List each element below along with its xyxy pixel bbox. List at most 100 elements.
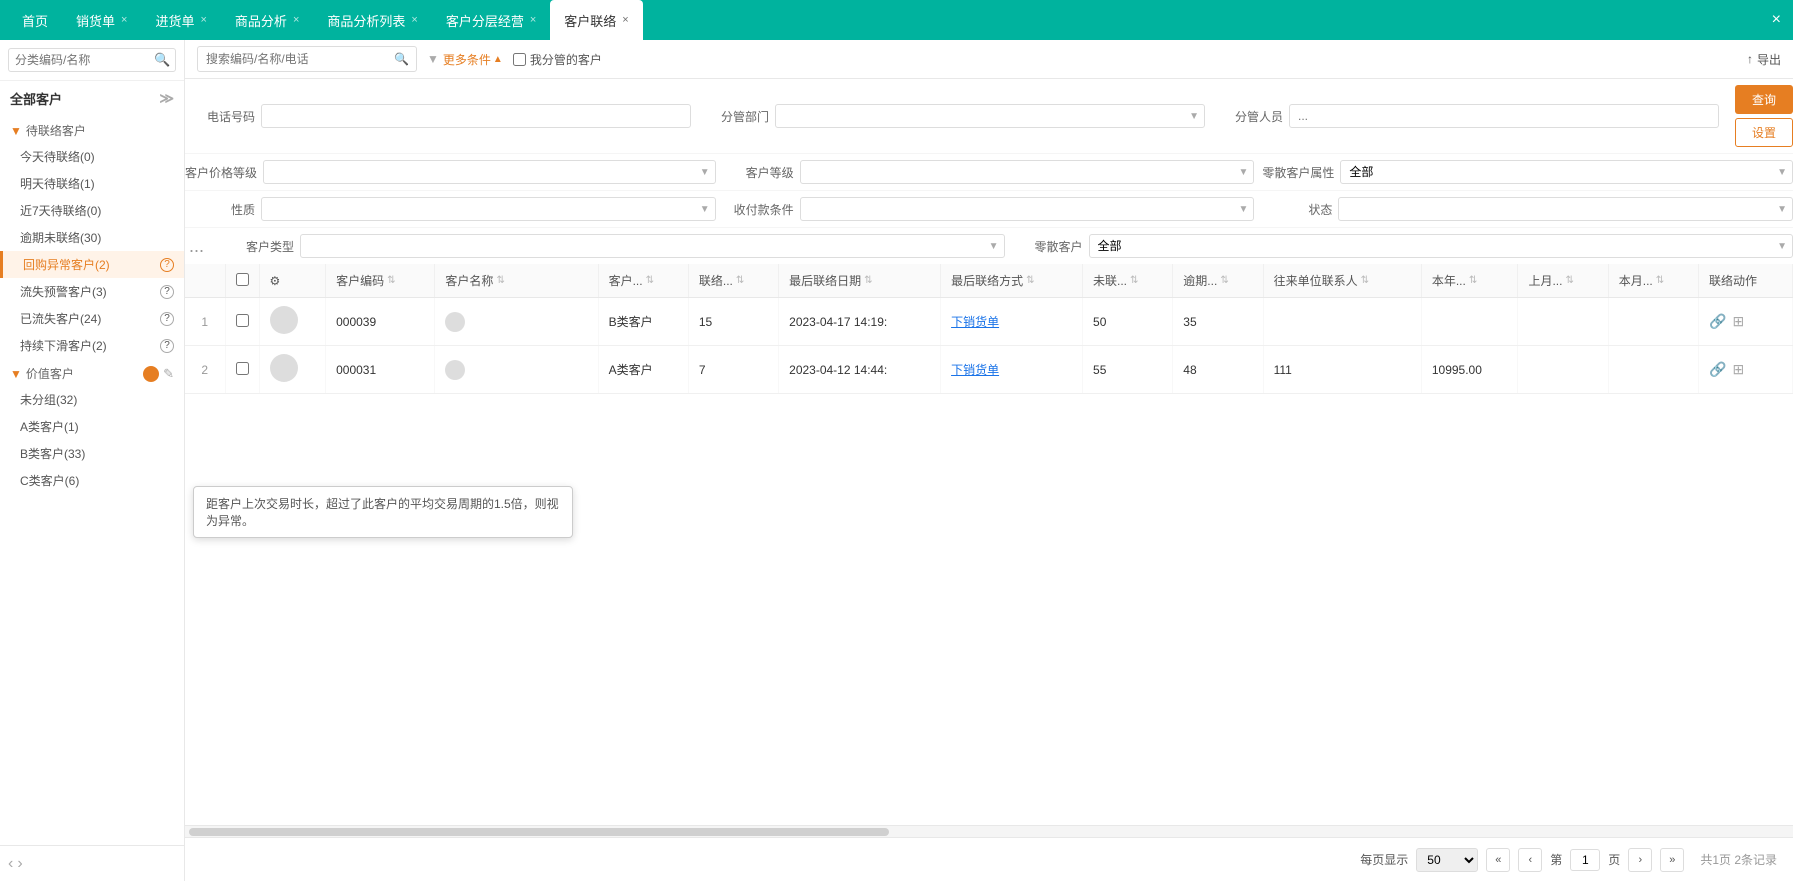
retail-customer-select[interactable]: 全部: [1089, 234, 1793, 258]
nav-purchase-close[interactable]: ×: [200, 14, 206, 26]
nav-sales[interactable]: 销货单 ×: [62, 0, 141, 40]
row2-last-method[interactable]: 下销货单: [941, 346, 1083, 394]
repurchase-help-icon[interactable]: ?: [160, 258, 174, 272]
declining-help-icon[interactable]: ?: [160, 339, 174, 353]
row2-grid-icon[interactable]: ⊞: [1732, 361, 1744, 378]
row1-name[interactable]: [435, 298, 598, 346]
th-last-month[interactable]: 上月... ⇅: [1518, 264, 1608, 298]
nav-home[interactable]: 首页: [8, 0, 62, 40]
th-code[interactable]: 客户编码 ⇅: [326, 264, 435, 298]
search-input[interactable]: [197, 46, 417, 72]
th-type[interactable]: 客户... ⇅: [598, 264, 688, 298]
row1-check: [225, 298, 259, 346]
customer-type-field: 客户类型 ▼: [224, 234, 1005, 258]
nav-product-analysis-close[interactable]: ×: [293, 14, 299, 26]
gender-select[interactable]: [261, 197, 716, 221]
settings-button[interactable]: 设置: [1735, 118, 1793, 147]
th-overdue[interactable]: 逾期... ⇅: [1173, 264, 1263, 298]
sidebar-lost-preview[interactable]: 流失预警客户(3) ?: [0, 278, 184, 305]
window-close-button[interactable]: ×: [1772, 11, 1781, 29]
query-button[interactable]: 查询: [1735, 85, 1793, 114]
sidebar-tomorrow-contact[interactable]: 明天待联络(1): [0, 170, 184, 197]
sidebar-unclassified[interactable]: 未分组(32): [0, 386, 184, 413]
lost-preview-help-icon[interactable]: ?: [160, 285, 174, 299]
th-contact[interactable]: 联络... ⇅: [688, 264, 778, 298]
th-this-year[interactable]: 本年... ⇅: [1421, 264, 1518, 298]
sidebar-lost[interactable]: 已流失客户(24) ?: [0, 305, 184, 332]
th-last-contact-method[interactable]: 最后联络方式 ⇅: [941, 264, 1083, 298]
settings-icon[interactable]: ⚙: [270, 274, 281, 288]
dept-select[interactable]: [775, 104, 1205, 128]
row2-link-icon[interactable]: 🔗: [1709, 361, 1726, 378]
nav-purchase[interactable]: 进货单 ×: [141, 0, 220, 40]
nav-customer-contact[interactable]: 客户联络 ×: [550, 0, 642, 40]
value-customers-group[interactable]: ▼ 价值客户 ✎: [0, 359, 184, 386]
nav-customer-segment-close[interactable]: ×: [530, 14, 536, 26]
more-conditions-btn[interactable]: ▼ 更多条件 ▲: [427, 51, 503, 68]
next-page-btn[interactable]: ›: [1628, 848, 1652, 872]
scrollbar-thumb[interactable]: [189, 828, 889, 836]
row2-name[interactable]: [435, 346, 598, 394]
sidebar-next-btn[interactable]: ›: [17, 855, 22, 873]
manager-input[interactable]: [1289, 104, 1719, 128]
row2-checkbox[interactable]: [236, 362, 249, 375]
sidebar-b-class[interactable]: B类客户(33): [0, 440, 184, 467]
price-level-select[interactable]: [263, 160, 716, 184]
customer-level-select[interactable]: [800, 160, 1255, 184]
page-size-select[interactable]: 50: [1416, 848, 1478, 872]
row1-checkbox[interactable]: [236, 314, 249, 327]
row1-avatar: [259, 298, 326, 346]
nav-product-analysis-list[interactable]: 商品分析列表 ×: [313, 0, 431, 40]
page-input[interactable]: [1570, 849, 1600, 871]
sidebar-search-icon[interactable]: 🔍: [154, 52, 170, 68]
th-company-contact[interactable]: 往来单位联系人 ⇅: [1263, 264, 1421, 298]
th-name[interactable]: 客户名称 ⇅: [435, 264, 598, 298]
sidebar-repurchase-abnormal[interactable]: 回购异常客户(2) ?: [0, 251, 184, 278]
sidebar-overdue-contact[interactable]: 逾期未联络(30): [0, 224, 184, 251]
nav-customer-segment[interactable]: 客户分层经营 ×: [432, 0, 550, 40]
customer-type-select[interactable]: [300, 234, 1005, 258]
lost-help-icon[interactable]: ?: [160, 312, 174, 326]
status-select[interactable]: [1338, 197, 1793, 221]
sidebar-a-class[interactable]: A类客户(1): [0, 413, 184, 440]
nav-product-analysis[interactable]: 商品分析 ×: [221, 0, 313, 40]
my-customers-checkbox-label[interactable]: 我分管的客户: [513, 51, 602, 68]
sidebar-declining[interactable]: 持续下滑客户(2) ?: [0, 332, 184, 359]
payment-select[interactable]: [800, 197, 1255, 221]
row1-last-method[interactable]: 下销货单: [941, 298, 1083, 346]
tooltip-box: 距客户上次交易时长，超过了此客户的平均交易周期的1.5倍，则视为异常。: [193, 486, 573, 538]
my-customers-checkbox[interactable]: [513, 53, 526, 66]
search-icon[interactable]: 🔍: [394, 52, 409, 66]
row2-idx: 2: [185, 346, 225, 394]
status-wrap: ▼: [1338, 197, 1793, 221]
row1-actions: 🔗 ⊞: [1699, 298, 1793, 346]
retail-attr-select[interactable]: 全部: [1340, 160, 1793, 184]
nav-customer-contact-close[interactable]: ×: [622, 14, 628, 26]
th-uncontacted[interactable]: 未联... ⇅: [1083, 264, 1173, 298]
sidebar-c-class[interactable]: C类客户(6): [0, 467, 184, 494]
sidebar-search-input[interactable]: [8, 48, 176, 72]
select-all-checkbox[interactable]: [236, 273, 249, 286]
row1-grid-icon[interactable]: ⊞: [1732, 313, 1744, 330]
nav-sales-close[interactable]: ×: [121, 14, 127, 26]
horizontal-scrollbar[interactable]: [185, 825, 1793, 837]
first-page-btn[interactable]: «: [1486, 848, 1510, 872]
th-settings[interactable]: ⚙: [259, 264, 326, 298]
table-header-row: ⚙ 客户编码 ⇅ 客户名称 ⇅: [185, 264, 1793, 298]
row1-this-month: [1608, 298, 1698, 346]
sidebar-7days-contact[interactable]: 近7天待联络(0): [0, 197, 184, 224]
phone-input[interactable]: [261, 104, 691, 128]
sidebar-today-contact[interactable]: 今天待联络(0): [0, 143, 184, 170]
nav-product-analysis-list-close[interactable]: ×: [411, 14, 417, 26]
sidebar-prev-btn[interactable]: ‹: [8, 855, 13, 873]
prev-page-btn[interactable]: ‹: [1518, 848, 1542, 872]
pending-contact-group[interactable]: ▼ 待联络客户: [0, 116, 184, 143]
last-page-btn[interactable]: »: [1660, 848, 1684, 872]
export-button[interactable]: ↑ 导出: [1747, 51, 1781, 68]
th-this-month[interactable]: 本月... ⇅: [1608, 264, 1698, 298]
value-customers-edit-icon[interactable]: ✎: [163, 366, 174, 382]
th-last-contact-date[interactable]: 最后联络日期 ⇅: [779, 264, 941, 298]
sidebar-collapse-icon[interactable]: ≫: [159, 90, 174, 107]
more-btn[interactable]: ...: [185, 236, 208, 257]
row1-link-icon[interactable]: 🔗: [1709, 313, 1726, 330]
